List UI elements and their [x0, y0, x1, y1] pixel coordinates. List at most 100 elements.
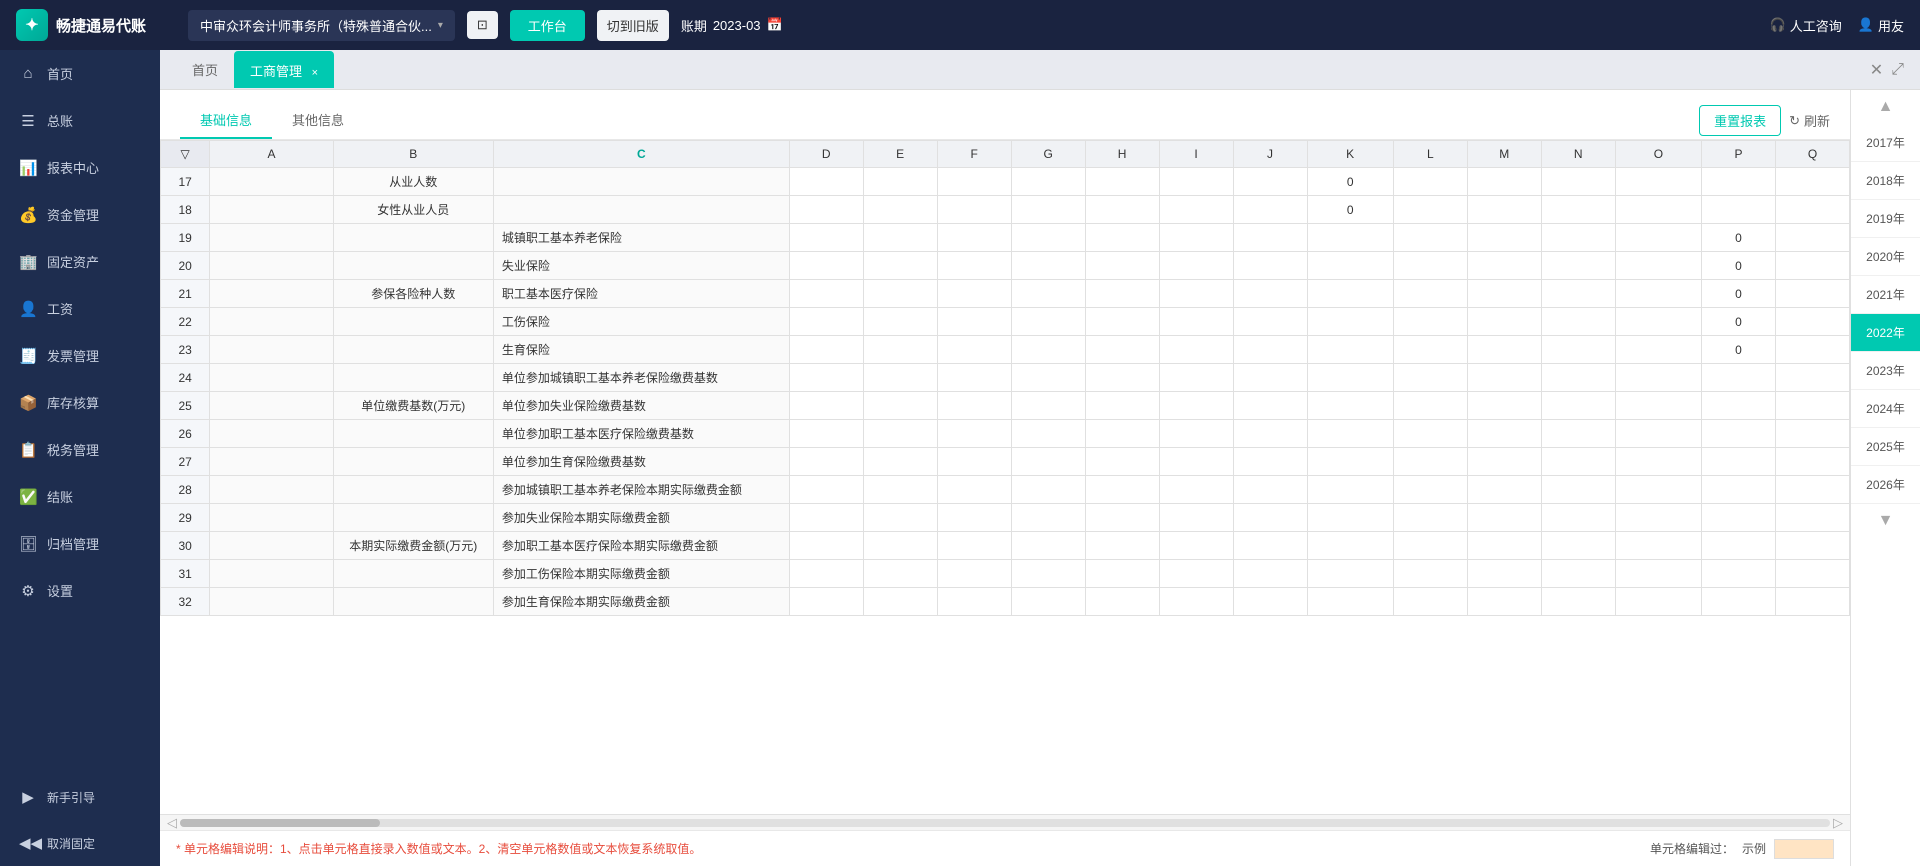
sidebar-item-salary[interactable]: 👤 工资	[0, 285, 160, 332]
cell-22-N[interactable]	[1541, 308, 1615, 336]
cell-17-E[interactable]	[863, 168, 937, 196]
cell-25-O[interactable]	[1615, 392, 1701, 420]
sub-tab-basic[interactable]: 基础信息	[180, 102, 272, 139]
cell-24-E[interactable]	[863, 364, 937, 392]
cell-25-L[interactable]	[1393, 392, 1467, 420]
cell-22-M[interactable]	[1467, 308, 1541, 336]
sidebar-item-inventory[interactable]: 📦 库存核算	[0, 379, 160, 426]
cell-26-E[interactable]	[863, 420, 937, 448]
cell-18-E[interactable]	[863, 196, 937, 224]
cell-30-q[interactable]	[1775, 532, 1849, 560]
year-item[interactable]: 2026年	[1851, 466, 1920, 504]
cell-27-L[interactable]	[1393, 448, 1467, 476]
cell-26-N[interactable]	[1541, 420, 1615, 448]
cell-18-G[interactable]	[1011, 196, 1085, 224]
tab-business-mgmt[interactable]: 工商管理 ×	[234, 51, 334, 88]
cell-18-J[interactable]	[1233, 196, 1307, 224]
cell-18-M[interactable]	[1467, 196, 1541, 224]
cell-30-b[interactable]: 本期实际缴费金额(万元)	[333, 532, 493, 560]
cell-26-G[interactable]	[1011, 420, 1085, 448]
cell-19-G[interactable]	[1011, 224, 1085, 252]
cell-18-F[interactable]	[937, 196, 1011, 224]
cell-24-J[interactable]	[1233, 364, 1307, 392]
cell-17-p[interactable]	[1702, 168, 1776, 196]
cell-31-J[interactable]	[1233, 560, 1307, 588]
cell-32-N[interactable]	[1541, 588, 1615, 616]
cell-19-c[interactable]: 城镇职工基本养老保险	[493, 224, 789, 252]
hscroll-left-arrow[interactable]: ◁	[164, 815, 180, 831]
cell-17-N[interactable]	[1541, 168, 1615, 196]
cell-18-L[interactable]	[1393, 196, 1467, 224]
cell-22-E[interactable]	[863, 308, 937, 336]
cell-20-N[interactable]	[1541, 252, 1615, 280]
cell-29-F[interactable]	[937, 504, 1011, 532]
cell-23-H[interactable]	[1085, 336, 1159, 364]
cell-27-N[interactable]	[1541, 448, 1615, 476]
cell-19-p[interactable]: 0	[1702, 224, 1776, 252]
cell-19-L[interactable]	[1393, 224, 1467, 252]
cell-24-L[interactable]	[1393, 364, 1467, 392]
cell-31-M[interactable]	[1467, 560, 1541, 588]
cell-18-c[interactable]	[493, 196, 789, 224]
cell-20-k[interactable]	[1307, 252, 1393, 280]
cell-21-J[interactable]	[1233, 280, 1307, 308]
cell-25-N[interactable]	[1541, 392, 1615, 420]
cell-24-q[interactable]	[1775, 364, 1849, 392]
cell-20-a[interactable]	[210, 252, 333, 280]
cell-18-D[interactable]	[789, 196, 863, 224]
cell-25-E[interactable]	[863, 392, 937, 420]
cell-20-M[interactable]	[1467, 252, 1541, 280]
cell-20-b[interactable]	[333, 252, 493, 280]
cell-25-J[interactable]	[1233, 392, 1307, 420]
cell-19-H[interactable]	[1085, 224, 1159, 252]
sidebar-item-settings[interactable]: ⚙ 设置	[0, 567, 160, 614]
hscroll-bar[interactable]: ◁ ▷	[160, 814, 1850, 830]
cell-29-q[interactable]	[1775, 504, 1849, 532]
cell-26-k[interactable]	[1307, 420, 1393, 448]
cell-23-k[interactable]	[1307, 336, 1393, 364]
cell-30-E[interactable]	[863, 532, 937, 560]
cell-21-c[interactable]: 职工基本医疗保险	[493, 280, 789, 308]
sub-tab-other[interactable]: 其他信息	[272, 102, 364, 139]
cell-26-c[interactable]: 单位参加职工基本医疗保险缴费基数	[493, 420, 789, 448]
cell-26-H[interactable]	[1085, 420, 1159, 448]
cell-28-H[interactable]	[1085, 476, 1159, 504]
cell-22-b[interactable]	[333, 308, 493, 336]
cell-28-F[interactable]	[937, 476, 1011, 504]
cell-18-b[interactable]: 女性从业人员	[333, 196, 493, 224]
cell-17-L[interactable]	[1393, 168, 1467, 196]
cell-29-J[interactable]	[1233, 504, 1307, 532]
cell-17-M[interactable]	[1467, 168, 1541, 196]
panel-close-button[interactable]: ✕	[1870, 60, 1883, 80]
cell-31-F[interactable]	[937, 560, 1011, 588]
cell-28-b[interactable]	[333, 476, 493, 504]
cell-26-q[interactable]	[1775, 420, 1849, 448]
cell-30-p[interactable]	[1702, 532, 1776, 560]
cell-28-N[interactable]	[1541, 476, 1615, 504]
cell-29-E[interactable]	[863, 504, 937, 532]
cell-22-H[interactable]	[1085, 308, 1159, 336]
cell-21-a[interactable]	[210, 280, 333, 308]
cell-19-F[interactable]	[937, 224, 1011, 252]
spreadsheet-scroll[interactable]: ▽ A B C D E F G H I	[160, 140, 1850, 814]
cell-23-E[interactable]	[863, 336, 937, 364]
cell-26-I[interactable]	[1159, 420, 1233, 448]
cell-22-G[interactable]	[1011, 308, 1085, 336]
cell-29-M[interactable]	[1467, 504, 1541, 532]
cell-28-a[interactable]	[210, 476, 333, 504]
cell-31-D[interactable]	[789, 560, 863, 588]
cell-23-O[interactable]	[1615, 336, 1701, 364]
cell-27-p[interactable]	[1702, 448, 1776, 476]
sidebar-item-ledger[interactable]: ☰ 总账	[0, 97, 160, 144]
cell-20-F[interactable]	[937, 252, 1011, 280]
cell-24-N[interactable]	[1541, 364, 1615, 392]
cell-21-N[interactable]	[1541, 280, 1615, 308]
cell-25-b[interactable]: 单位缴费基数(万元)	[333, 392, 493, 420]
cell-19-D[interactable]	[789, 224, 863, 252]
cell-27-k[interactable]	[1307, 448, 1393, 476]
cell-29-p[interactable]	[1702, 504, 1776, 532]
cell-25-p[interactable]	[1702, 392, 1776, 420]
cell-23-N[interactable]	[1541, 336, 1615, 364]
cell-18-a[interactable]	[210, 196, 333, 224]
cell-29-D[interactable]	[789, 504, 863, 532]
